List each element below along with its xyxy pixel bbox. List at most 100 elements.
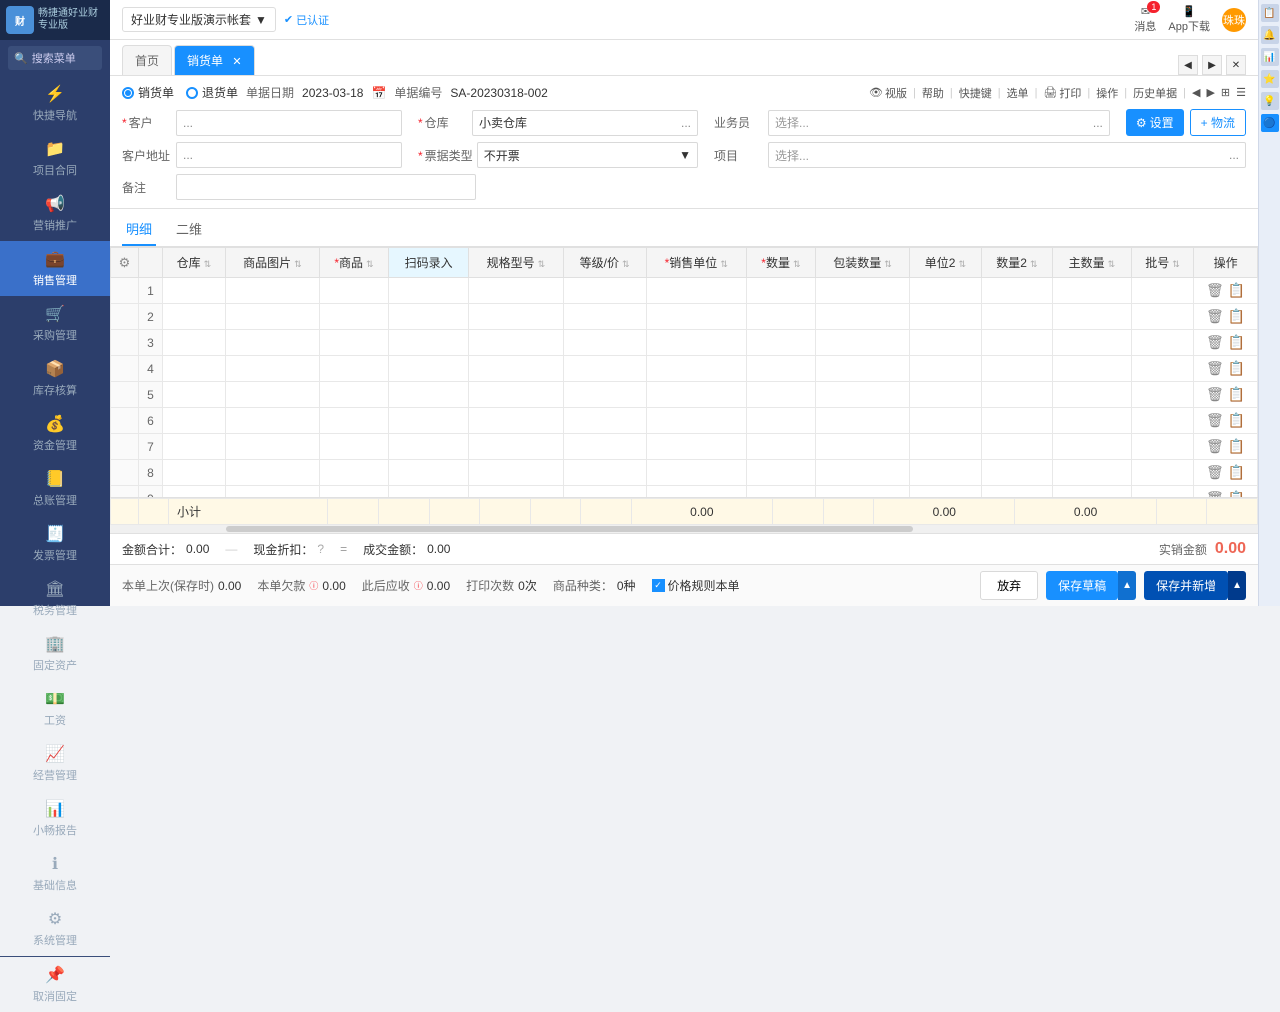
table-cell[interactable] [746,382,815,408]
sidebar-item-13[interactable]: 📊小畅报告 [0,791,110,846]
address-input[interactable]: ... [176,142,402,168]
col-batch[interactable]: 批号⇅ [1131,248,1194,278]
table-cell[interactable] [320,330,389,356]
table-cell[interactable] [320,356,389,382]
table-cell[interactable] [563,434,646,460]
table-cell[interactable] [388,330,468,356]
right-panel-btn-2[interactable]: 🔔 [1261,26,1279,44]
shortcuts-button[interactable]: 快捷键 [959,85,992,101]
radio-sales-order[interactable]: 销货单 [122,84,174,101]
table-cell[interactable] [388,486,468,498]
table-cell[interactable] [469,486,563,498]
right-panel-btn-5[interactable]: 💡 [1261,92,1279,110]
table-cell[interactable] [815,434,909,460]
table-cell[interactable] [225,278,319,304]
tab-home[interactable]: 首页 [122,45,172,75]
table-cell[interactable] [910,434,981,460]
sidebar-item-2[interactable]: 📢营销推广 [0,186,110,241]
col-pkg-qty[interactable]: 包装数量⇅ [815,248,909,278]
copy-icon[interactable]: 📋 [1228,412,1245,429]
table-cell[interactable] [815,408,909,434]
table-cell[interactable] [563,278,646,304]
table-cell[interactable] [981,304,1052,330]
table-cell[interactable] [910,460,981,486]
table-cell[interactable] [646,278,746,304]
table-cell[interactable] [163,486,226,498]
table-cell[interactable] [646,330,746,356]
discard-button[interactable]: 放弃 [980,571,1038,600]
tab-close-icon[interactable]: ✕ [232,56,241,68]
save-draft-button[interactable]: 保存草稿 [1046,571,1118,600]
tab-prev-button[interactable]: ◀ [1178,55,1198,75]
table-cell[interactable] [646,382,746,408]
table-cell[interactable] [746,278,815,304]
delete-icon[interactable]: 🗑 [1206,360,1224,377]
delete-icon[interactable]: 🗑 [1206,282,1224,299]
table-cell[interactable] [746,304,815,330]
table-cell[interactable] [320,460,389,486]
add-logistics-button[interactable]: + 物流 [1190,109,1246,136]
calendar-icon[interactable]: 📅 [371,86,386,100]
table-cell[interactable] [746,356,815,382]
history-button[interactable]: 历史单据 [1133,85,1177,101]
table-cell[interactable] [1131,278,1194,304]
table-cell[interactable] [910,304,981,330]
sidebar-item-12[interactable]: 📈经营管理 [0,736,110,791]
table-cell[interactable] [981,434,1052,460]
sidebar-item-5[interactable]: 📦库存核算 [0,351,110,406]
copy-icon[interactable]: 📋 [1228,386,1245,403]
sidebar-item-15[interactable]: ⚙系统管理 [0,901,110,956]
table-cell[interactable] [646,434,746,460]
warehouse-input[interactable]: 小卖仓库 ... [472,110,698,136]
table-cell[interactable] [225,304,319,330]
nav-prev-button[interactable]: ◀ [1192,86,1200,99]
nav-next-button[interactable]: ▶ [1206,86,1214,99]
delete-icon[interactable]: 🗑 [1206,438,1224,455]
col-unit2[interactable]: 单位2⇅ [910,248,981,278]
help-button[interactable]: 帮助 [922,85,944,101]
table-cell[interactable] [320,278,389,304]
save-new-chevron[interactable]: ▲ [1228,571,1246,600]
table-cell[interactable] [1053,304,1132,330]
table-cell[interactable] [469,382,563,408]
table-cell[interactable] [1131,304,1194,330]
table-cell[interactable] [469,278,563,304]
copy-icon[interactable]: 📋 [1228,360,1245,377]
tab-next-button[interactable]: ▶ [1202,55,1222,75]
table-cell[interactable] [1131,382,1194,408]
salesperson-input[interactable]: 选择... ... [768,110,1110,136]
sidebar-item-11[interactable]: 💵工资 [0,681,110,736]
table-cell[interactable] [563,304,646,330]
table-cell[interactable] [646,486,746,498]
table-cell[interactable] [225,382,319,408]
table-cell[interactable] [815,304,909,330]
project-input[interactable]: 选择... ... [768,142,1246,168]
price-check-checkbox[interactable] [652,579,665,592]
table-cell[interactable] [910,278,981,304]
col-main-qty[interactable]: 主数量⇅ [1053,248,1132,278]
delete-icon[interactable]: 🗑 [1206,490,1224,497]
table-cell[interactable] [1131,434,1194,460]
copy-icon[interactable]: 📋 [1228,308,1245,325]
table-cell[interactable] [746,408,815,434]
debt-help-icon[interactable]: ⓘ [309,579,318,592]
table-cell[interactable] [388,434,468,460]
tab-2d[interactable]: 二维 [172,213,206,246]
col-warehouse[interactable]: 仓库⇅ [163,248,226,278]
table-cell[interactable] [910,330,981,356]
table-cell[interactable] [646,460,746,486]
table-cell[interactable] [225,408,319,434]
sidebar-item-cancel-pin[interactable]: 📌 取消固定 [0,957,110,1012]
table-cell[interactable] [1053,382,1132,408]
company-selector[interactable]: 好业财专业版演示帐套 ▼ [122,7,276,32]
col-scan-input[interactable]: 扫码录入 [388,248,468,278]
table-cell[interactable] [1053,434,1132,460]
table-cell[interactable] [981,330,1052,356]
table-cell[interactable] [815,460,909,486]
delete-icon[interactable]: 🗑 [1206,464,1224,481]
table-cell[interactable] [815,382,909,408]
delete-icon[interactable]: 🗑 [1206,412,1224,429]
col-spec[interactable]: 规格型号⇅ [469,248,563,278]
sidebar-item-14[interactable]: ℹ基础信息 [0,846,110,901]
table-cell[interactable] [1131,486,1194,498]
